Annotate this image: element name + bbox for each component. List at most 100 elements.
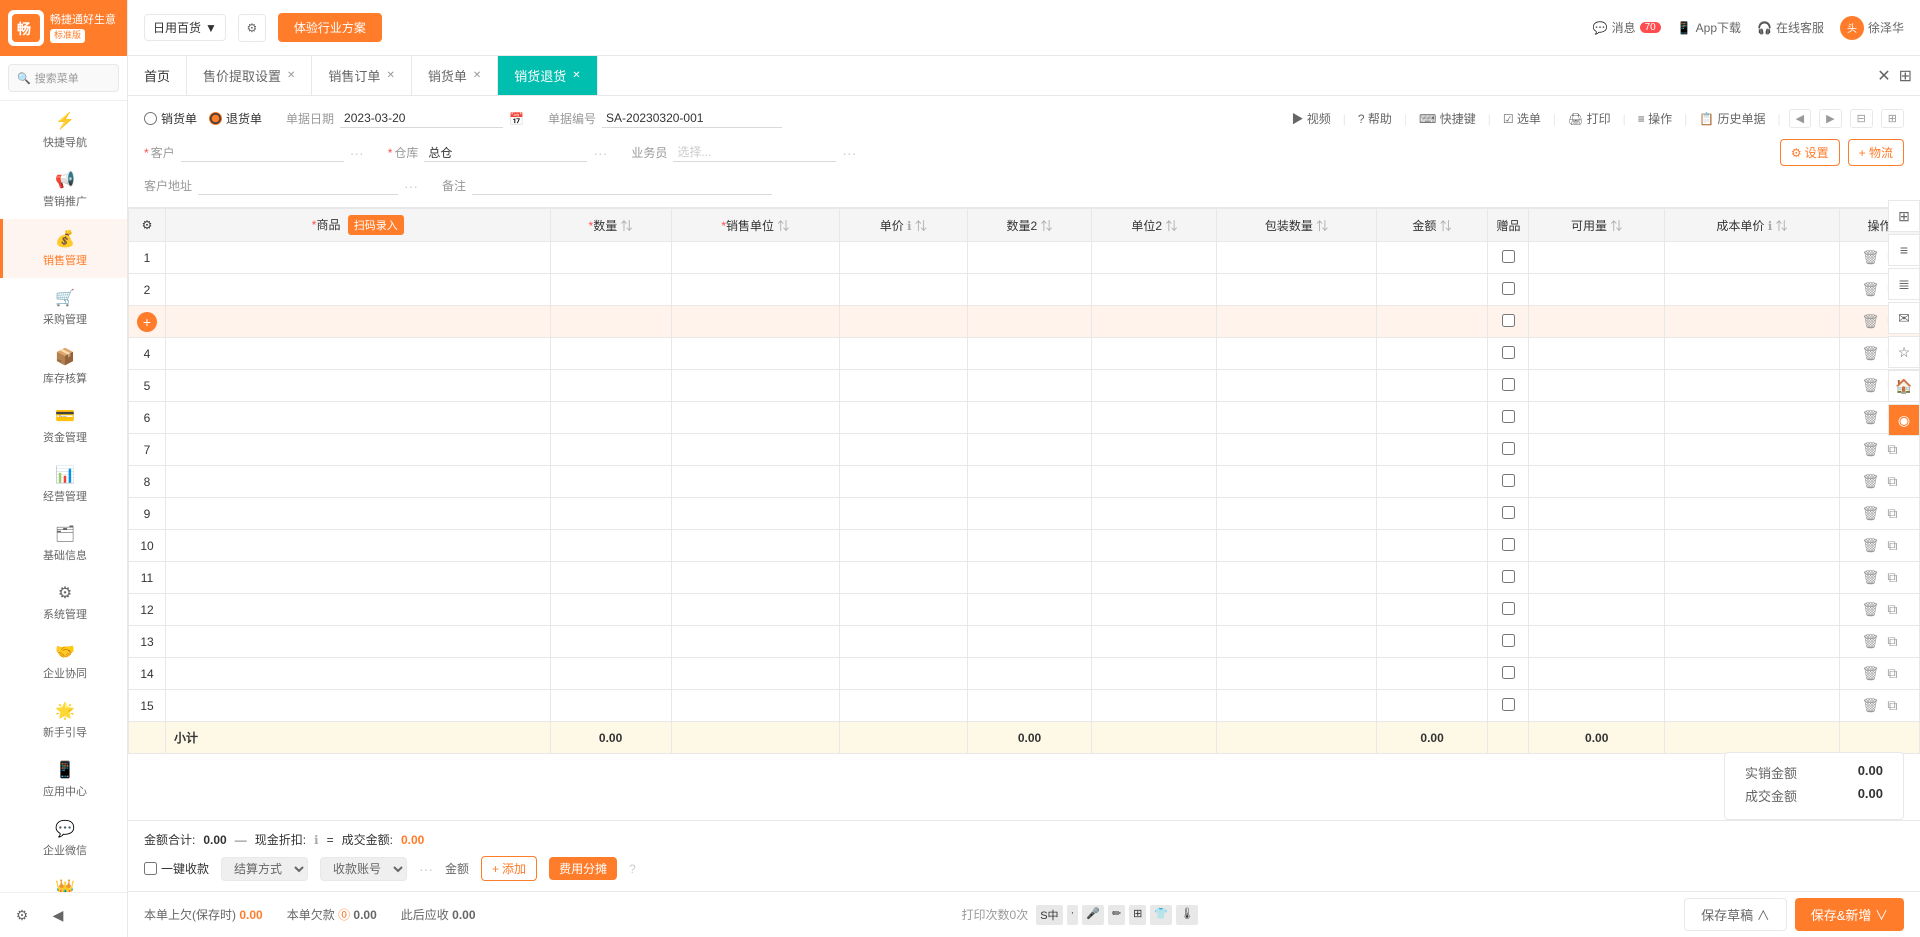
price-cell[interactable] xyxy=(840,530,967,562)
price-cell[interactable] xyxy=(840,658,967,690)
settle-select[interactable]: 结算方式 xyxy=(221,857,308,881)
product-cell[interactable] xyxy=(166,594,551,626)
amount-cell[interactable] xyxy=(1376,690,1488,722)
address-select-btn[interactable]: ··· xyxy=(404,178,418,194)
amount-cell[interactable] xyxy=(1376,562,1488,594)
unit2-cell[interactable] xyxy=(1092,274,1217,306)
pack-cell[interactable] xyxy=(1217,658,1376,690)
qty-cell[interactable] xyxy=(550,306,671,338)
pack-cell[interactable] xyxy=(1217,466,1376,498)
qty-cell[interactable] xyxy=(550,562,671,594)
pack-cell[interactable] xyxy=(1217,402,1376,434)
quick-btn-7[interactable]: ◉ xyxy=(1888,404,1920,436)
cost-cell[interactable] xyxy=(1664,274,1839,306)
price-cell[interactable] xyxy=(840,498,967,530)
fenyong-btn[interactable]: 费用分摊 xyxy=(549,857,617,880)
sidebar-item-member[interactable]: 👑 畅会员 xyxy=(0,868,127,892)
qty2-cell[interactable] xyxy=(967,370,1092,402)
unit-cell[interactable] xyxy=(671,434,840,466)
save-draft-button[interactable]: 保存草稿 ∧ xyxy=(1684,898,1787,931)
price-cell[interactable] xyxy=(840,402,967,434)
product-cell[interactable] xyxy=(166,242,551,274)
doc-no-input[interactable] xyxy=(602,109,782,128)
date-input[interactable] xyxy=(340,109,503,128)
price-cell[interactable] xyxy=(840,626,967,658)
qty2-cell[interactable] xyxy=(967,338,1092,370)
unit-cell[interactable] xyxy=(671,338,840,370)
avail-cell[interactable] xyxy=(1529,402,1665,434)
gift-checkbox[interactable] xyxy=(1502,378,1515,391)
unit-cell[interactable] xyxy=(671,370,840,402)
pack-cell[interactable] xyxy=(1217,370,1376,402)
tab-home[interactable]: 首页 xyxy=(128,56,187,95)
cost-cell[interactable] xyxy=(1664,242,1839,274)
delete-row-btn[interactable]: 🗑 xyxy=(1860,695,1882,716)
qty2-cell[interactable] xyxy=(967,562,1092,594)
close-tab-button[interactable]: ✕ xyxy=(1877,66,1890,86)
customer-service-button[interactable]: 🎧 在线客服 xyxy=(1757,19,1824,36)
select-btn[interactable]: ☑ 选单 xyxy=(1499,108,1545,129)
sidebar-item-shortcut[interactable]: ⚡ 快捷导航 xyxy=(0,101,127,160)
unit-cell[interactable] xyxy=(671,466,840,498)
gift-checkbox[interactable] xyxy=(1502,666,1515,679)
copy-row-btn[interactable]: ⧉ xyxy=(1885,567,1899,588)
unit2-sort-icon[interactable]: ⇅ xyxy=(1165,219,1177,233)
qty-cell[interactable] xyxy=(550,242,671,274)
ime-btn-6[interactable]: 👕 xyxy=(1150,905,1172,925)
scan-button[interactable]: 扫码录入 xyxy=(348,215,404,235)
radio-sales-delivery[interactable]: 销货单 xyxy=(144,110,197,127)
quick-btn-4[interactable]: ✉ xyxy=(1888,302,1920,334)
copy-row-btn[interactable]: ⧉ xyxy=(1885,535,1899,556)
product-input-active[interactable] xyxy=(174,314,542,329)
delete-row-btn[interactable]: 🗑 xyxy=(1860,535,1882,556)
pack-cell[interactable] xyxy=(1217,274,1376,306)
pack-cell[interactable] xyxy=(1217,338,1376,370)
topbar-gear-button[interactable]: ⚙ xyxy=(238,14,266,42)
sidebar-item-inventory[interactable]: 📦 库存核算 xyxy=(0,337,127,396)
cost-cell[interactable] xyxy=(1664,594,1839,626)
qty-cell[interactable] xyxy=(550,466,671,498)
save-new-button[interactable]: 保存&新增 ∨ xyxy=(1795,898,1904,931)
salesperson-select-btn[interactable]: ··· xyxy=(842,145,856,161)
qty2-cell[interactable] xyxy=(967,626,1092,658)
copy-row-btn[interactable]: ⧉ xyxy=(1885,471,1899,492)
gift-checkbox[interactable] xyxy=(1502,346,1515,359)
unit2-cell[interactable] xyxy=(1092,562,1217,594)
unit2-cell[interactable] xyxy=(1092,306,1217,338)
unit2-cell[interactable] xyxy=(1092,626,1217,658)
unit-cell[interactable] xyxy=(671,626,840,658)
qty2-cell[interactable] xyxy=(967,306,1092,338)
qty2-cell[interactable] xyxy=(967,434,1092,466)
shortcut-keys-btn[interactable]: ⌨ 快捷键 xyxy=(1415,108,1480,129)
qty-cell[interactable] xyxy=(550,498,671,530)
avail-cell[interactable] xyxy=(1529,498,1665,530)
qty-cell[interactable] xyxy=(550,402,671,434)
qty-cell[interactable] xyxy=(550,370,671,402)
amount-cell[interactable] xyxy=(1376,274,1488,306)
copy-row-btn[interactable]: ⧉ xyxy=(1885,503,1899,524)
warehouse-select-btn[interactable]: ··· xyxy=(593,145,607,161)
help-btn[interactable]: ? 帮助 xyxy=(1354,108,1396,129)
unit2-cell[interactable] xyxy=(1092,530,1217,562)
copy-row-btn[interactable]: ⧉ xyxy=(1885,631,1899,652)
app-download-button[interactable]: 📱 App下载 xyxy=(1677,19,1741,36)
qty-cell[interactable] xyxy=(550,626,671,658)
avail-cell[interactable] xyxy=(1529,370,1665,402)
gift-checkbox[interactable] xyxy=(1502,602,1515,615)
product-cell[interactable] xyxy=(166,370,551,402)
gift-checkbox[interactable] xyxy=(1502,570,1515,583)
tab-sales-order[interactable]: 销售订单 ✕ xyxy=(312,56,411,95)
video-btn[interactable]: ▶ 视频 xyxy=(1287,108,1334,129)
ime-btn-4[interactable]: ✏ xyxy=(1108,905,1125,925)
qty-cell[interactable] xyxy=(550,658,671,690)
warehouse-input[interactable] xyxy=(424,143,587,162)
delete-row-btn[interactable]: 🗑 xyxy=(1860,503,1882,524)
sidebar-item-operations[interactable]: 📊 经营管理 xyxy=(0,455,127,514)
delete-row-btn[interactable]: 🗑 xyxy=(1860,567,1882,588)
avail-sort-icon[interactable]: ⇅ xyxy=(1610,219,1622,233)
cost-cell[interactable] xyxy=(1664,626,1839,658)
gift-checkbox[interactable] xyxy=(1502,250,1515,263)
avail-cell[interactable] xyxy=(1529,530,1665,562)
cost-sort-icon[interactable]: ⇅ xyxy=(1776,219,1788,233)
gift-checkbox[interactable] xyxy=(1502,506,1515,519)
